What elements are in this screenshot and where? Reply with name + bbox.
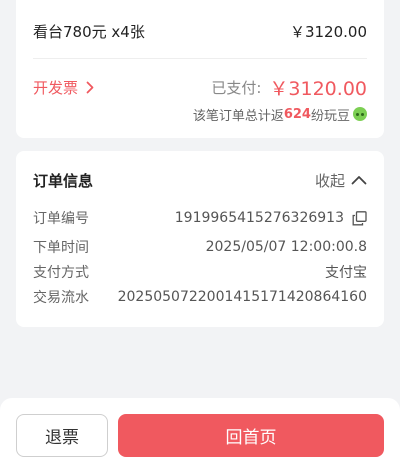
order-summary-card: 看台780元 x4张 ￥3120.00 开发票 已支付: ￥3120.00 该笔… <box>16 0 384 138</box>
order-number-row: 订单编号 1919965415276326913 <box>33 207 367 229</box>
order-time-row: 下单时间 2025/05/07 12:00:00.8 <box>33 236 367 258</box>
chevron-up-icon <box>351 176 367 185</box>
copy-icon[interactable] <box>352 210 367 226</box>
ticket-item-price: ￥3120.00 <box>289 22 367 41</box>
field-label: 下单时间 <box>33 240 89 256</box>
transaction-row: 交易流水 2025050722001415171420864160 <box>33 286 367 308</box>
chevron-right-icon <box>86 81 94 93</box>
transaction-value: 2025050722001415171420864160 <box>117 289 367 305</box>
bottom-action-bar: 退票 回首页 <box>0 398 400 457</box>
order-time-value: 2025/05/07 12:00:00.8 <box>205 239 367 255</box>
paid-info: 已支付: ￥3120.00 <box>211 74 367 101</box>
order-number-value: 1919965415276326913 <box>174 210 344 226</box>
order-info-title: 订单信息 <box>33 171 94 190</box>
bonus-count: 624 <box>283 106 311 122</box>
paid-label: 已支付: <box>211 78 262 97</box>
ticket-item-row: 看台780元 x4张 ￥3120.00 <box>33 19 367 43</box>
divider <box>33 58 367 59</box>
order-info-card: 订单信息 收起 订单编号 1919965415276326913 下单时间 20… <box>16 151 384 327</box>
payment-row: 开发票 已支付: ￥3120.00 <box>33 74 367 100</box>
collapse-button[interactable]: 收起 <box>315 170 367 191</box>
field-label: 支付方式 <box>33 265 89 281</box>
bonus-suffix: 纷玩豆 <box>310 108 350 124</box>
order-number-value-wrap: 1919965415276326913 <box>175 210 367 226</box>
collapse-label: 收起 <box>314 171 345 190</box>
invoice-label: 开发票 <box>33 78 79 97</box>
home-button[interactable]: 回首页 <box>118 414 384 457</box>
bonus-row: 该笔订单总计返 624 纷玩豆 <box>33 104 367 124</box>
payment-method-row: 支付方式 支付宝 <box>33 261 367 283</box>
refund-button[interactable]: 退票 <box>16 414 108 457</box>
bonus-prefix: 该笔订单总计返 <box>192 108 284 124</box>
invoice-link[interactable]: 开发票 <box>33 77 94 98</box>
order-info-header: 订单信息 收起 <box>33 168 367 192</box>
ticket-item-label: 看台780元 x4张 <box>33 22 145 41</box>
field-label: 订单编号 <box>33 211 89 227</box>
field-label: 交易流水 <box>33 290 89 306</box>
payment-method-value: 支付宝 <box>325 265 367 281</box>
paid-amount: ￥3120.00 <box>269 77 367 100</box>
bean-icon <box>353 107 367 121</box>
